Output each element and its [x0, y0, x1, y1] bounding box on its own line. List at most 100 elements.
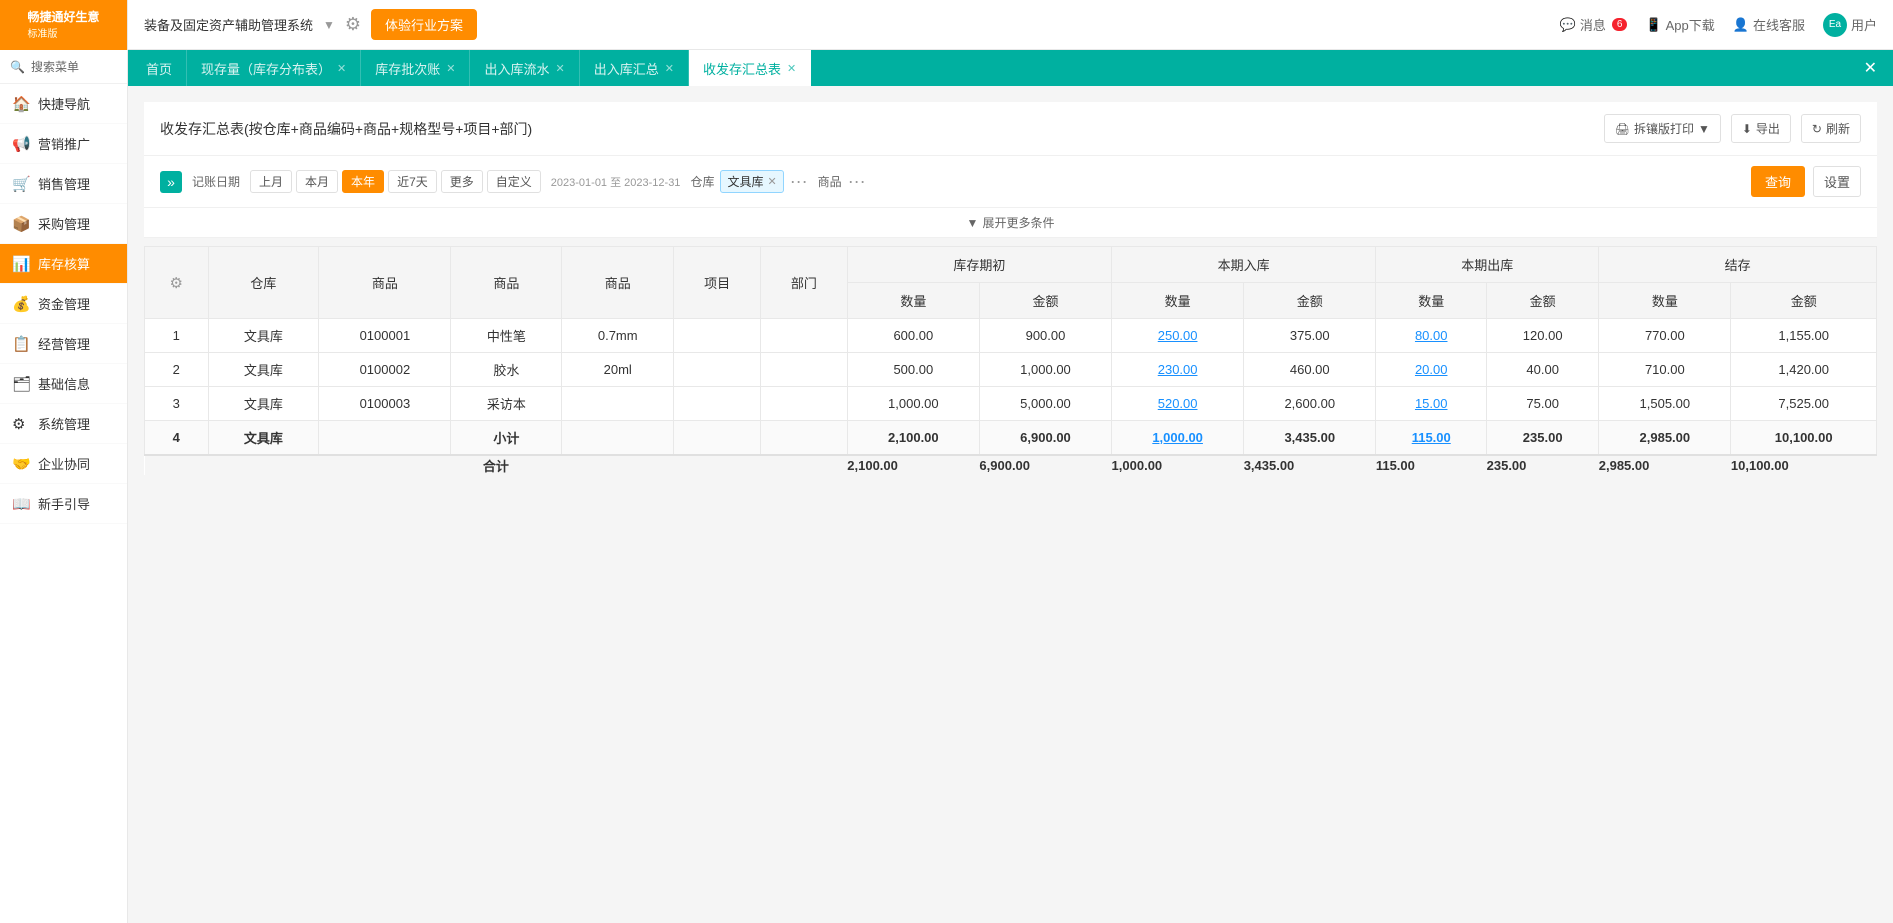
- topbar-right: 💬 消息 6 📱 App下载 👤 在线客服 Ea 用户: [1560, 13, 1877, 37]
- sidebar-item-basic[interactable]: 🗂 基础信息: [0, 364, 127, 404]
- tab-batch[interactable]: 库存批次账 ✕: [361, 50, 470, 86]
- tab-close-recv-send[interactable]: ✕: [787, 62, 796, 75]
- subtotal-in-qty[interactable]: 1,000.00: [1112, 421, 1244, 456]
- data-table-container: ⚙ 仓库 商品 商品 商品 项目 部门 库存期初 本期入库 本期出库 结存 数量…: [144, 246, 1877, 475]
- row-code: 0100001: [319, 319, 451, 353]
- row-opening-amt: 1,000.00: [979, 353, 1111, 387]
- sidebar-item-purchase[interactable]: 📦 采购管理: [0, 204, 127, 244]
- topbar-left: 装备及固定资产辅助管理系统 ▼ ⚙ 体验行业方案: [144, 9, 477, 40]
- sidebar-item-guide[interactable]: 📖 新手引导: [0, 484, 127, 524]
- tab-close-batch[interactable]: ✕: [446, 62, 455, 75]
- total-bal-amt: 10,100.00: [1731, 455, 1877, 475]
- date-btn-cur-month[interactable]: 本月: [296, 170, 338, 193]
- tab-inout-flow[interactable]: 出入库流水 ✕: [470, 50, 579, 86]
- expand-more-label: 展开更多条件: [982, 214, 1054, 231]
- sidebar-item-sales[interactable]: 🛒 销售管理: [0, 164, 127, 204]
- enterprise-icon: 🤝: [12, 455, 30, 473]
- th-in-qty: 数量: [1112, 283, 1244, 319]
- date-btn-prev-month[interactable]: 上月: [250, 170, 292, 193]
- warehouse-tag-close[interactable]: ✕: [767, 175, 776, 188]
- data-table: ⚙ 仓库 商品 商品 商品 项目 部门 库存期初 本期入库 本期出库 结存 数量…: [144, 246, 1877, 475]
- row-out-qty[interactable]: 15.00: [1376, 387, 1487, 421]
- main-content: 收发存汇总表(按仓库+商品编码+商品+规格型号+项目+部门) 🖨 拆镶版打印 ▼…: [128, 86, 1893, 923]
- print-button[interactable]: 🖨 拆镶版打印 ▼: [1604, 114, 1721, 143]
- print-icon: 🖨: [1615, 122, 1630, 136]
- online-service-btn[interactable]: 👤 在线客服: [1733, 15, 1805, 34]
- sidebar-item-enterprise[interactable]: 🤝 企业协同: [0, 444, 127, 484]
- tab-recv-send[interactable]: 收发存汇总表 ✕: [689, 50, 811, 86]
- th-warehouse: 仓库: [208, 247, 319, 319]
- tab-inout-flow-label: 出入库流水: [484, 59, 549, 78]
- th-spec: 商品: [562, 247, 674, 319]
- subtotal-opening-qty: 2,100.00: [847, 421, 979, 456]
- export-button[interactable]: ⬇ 导出: [1731, 114, 1791, 143]
- trial-button[interactable]: 体验行业方案: [371, 9, 477, 40]
- user-btn[interactable]: Ea 用户: [1823, 13, 1877, 37]
- sidebar-item-finance[interactable]: 💰 资金管理: [0, 284, 127, 324]
- date-btn-cur-year[interactable]: 本年: [342, 170, 384, 193]
- row-spec: [562, 387, 674, 421]
- refresh-icon: ↻: [1812, 122, 1822, 136]
- subtotal-out-qty[interactable]: 115.00: [1376, 421, 1487, 456]
- sidebar-item-system[interactable]: ⚙ 系统管理: [0, 404, 127, 444]
- purchase-icon: 📦: [12, 215, 30, 233]
- total-opening-qty: 2,100.00: [847, 455, 979, 475]
- sidebar-label: 企业协同: [38, 454, 90, 473]
- th-goods: 商品: [451, 247, 562, 319]
- sidebar-item-operations[interactable]: 📋 经营管理: [0, 324, 127, 364]
- tab-inventory-dist[interactable]: 现存量（库存分布表） ✕: [187, 50, 361, 86]
- row-out-amt: 40.00: [1487, 353, 1599, 387]
- filter-bar: » 记账日期 上月 本月 本年 近7天 更多 自定义 2023-01-01 至 …: [144, 156, 1877, 208]
- row-in-qty[interactable]: 250.00: [1112, 319, 1244, 353]
- th-dept: 部门: [761, 247, 848, 319]
- tab-inout-summary[interactable]: 出入库汇总 ✕: [580, 50, 689, 86]
- message-badge: 6: [1612, 18, 1628, 31]
- system-title: 装备及固定资产辅助管理系统: [144, 15, 313, 34]
- sidebar-item-quick-nav[interactable]: 🏠 快捷导航: [0, 84, 127, 124]
- subtotal-spec: [562, 421, 674, 456]
- refresh-button[interactable]: ↻ 刷新: [1801, 114, 1861, 143]
- tab-close-inventory-dist[interactable]: ✕: [337, 62, 346, 75]
- date-filter-buttons: 上月 本月 本年 近7天 更多 自定义: [250, 170, 541, 193]
- th-bal-qty: 数量: [1599, 283, 1731, 319]
- row-out-qty[interactable]: 80.00: [1376, 319, 1487, 353]
- app-download-btn[interactable]: 📱 App下载: [1645, 15, 1714, 34]
- date-btn-more[interactable]: 更多: [441, 170, 483, 193]
- row-in-qty[interactable]: 230.00: [1112, 353, 1244, 387]
- tab-bar-close[interactable]: ✕: [1852, 58, 1889, 78]
- search-menu[interactable]: 🔍 搜索菜单: [0, 50, 127, 84]
- row-out-qty[interactable]: 20.00: [1376, 353, 1487, 387]
- sidebar-item-marketing[interactable]: 📢 营销推广: [0, 124, 127, 164]
- config-btn[interactable]: ⚙: [345, 14, 361, 35]
- query-button[interactable]: 查询: [1751, 166, 1805, 197]
- th-out: 本期出库: [1376, 247, 1599, 283]
- row-in-qty[interactable]: 520.00: [1112, 387, 1244, 421]
- setting-button[interactable]: 设置: [1813, 166, 1861, 197]
- message-label: 消息: [1580, 15, 1606, 34]
- filter-expand-more: ▼ 展开更多条件: [144, 208, 1877, 238]
- tab-close-inout-summary[interactable]: ✕: [665, 62, 674, 75]
- date-btn-custom[interactable]: 自定义: [487, 170, 541, 193]
- message-btn[interactable]: 💬 消息 6: [1560, 15, 1628, 34]
- row-out-amt: 120.00: [1487, 319, 1599, 353]
- warehouse-more[interactable]: ···: [790, 171, 808, 192]
- expand-more-icon: ▼: [967, 216, 979, 230]
- sidebar-item-inventory[interactable]: 📊 库存核算: [0, 244, 127, 284]
- warehouse-filter: 仓库 文具库 ✕ ···: [690, 170, 807, 193]
- expand-more-button[interactable]: ▼ 展开更多条件: [967, 214, 1055, 231]
- chevron-down-icon: ▼: [323, 18, 335, 32]
- inventory-icon: 📊: [12, 255, 30, 273]
- warehouse-tag-label: 文具库: [727, 173, 763, 190]
- tab-close-inout-flow[interactable]: ✕: [556, 62, 565, 75]
- sidebar-label: 新手引导: [38, 494, 90, 513]
- th-code: 商品: [319, 247, 451, 319]
- tab-home[interactable]: 首页: [132, 50, 187, 86]
- export-icon: ⬇: [1742, 122, 1752, 136]
- row-project: [674, 387, 761, 421]
- date-btn-7days[interactable]: 近7天: [388, 170, 437, 193]
- table-settings-icon[interactable]: ⚙: [170, 275, 183, 292]
- filter-expand-button[interactable]: »: [160, 171, 182, 193]
- goods-more[interactable]: ···: [848, 171, 866, 192]
- home-icon: 🏠: [12, 95, 30, 113]
- subtotal-out-amt: 235.00: [1487, 421, 1599, 456]
